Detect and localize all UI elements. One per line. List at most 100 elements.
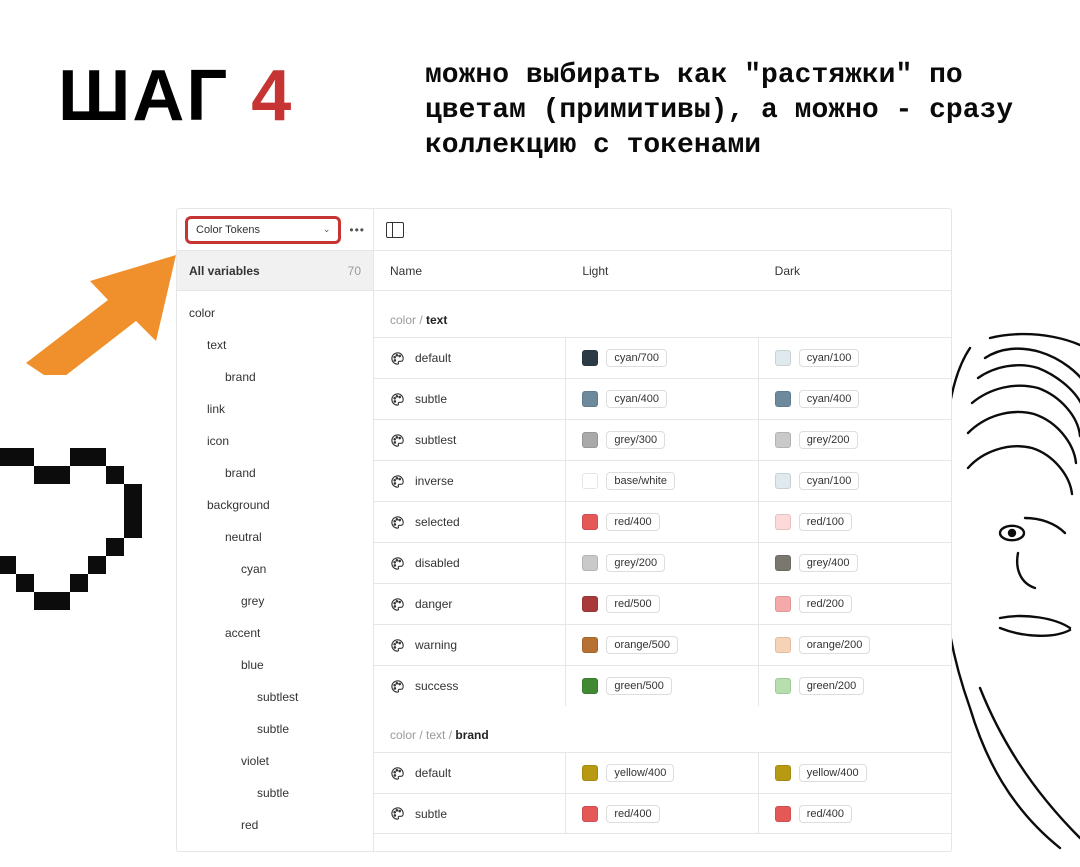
sidebar-tree-item[interactable]: brand xyxy=(177,361,373,393)
color-swatch xyxy=(582,432,598,448)
color-type-icon xyxy=(390,806,405,821)
sidebar-tree-item[interactable]: background xyxy=(177,489,373,521)
color-swatch xyxy=(582,350,598,366)
sidebar-tree-item[interactable]: subtle xyxy=(177,713,373,745)
statue-illustration xyxy=(930,318,1080,863)
color-chip[interactable]: red/400 xyxy=(606,513,659,531)
color-chip[interactable]: cyan/400 xyxy=(606,390,667,408)
sidebar-tree-item[interactable]: subtle xyxy=(177,777,373,809)
color-chip[interactable]: yellow/400 xyxy=(606,764,674,782)
variable-name: subtlest xyxy=(415,433,456,447)
sidebar-tree-item[interactable]: cyan xyxy=(177,553,373,585)
color-swatch xyxy=(775,678,791,694)
more-menu-icon[interactable]: ••• xyxy=(349,223,365,237)
color-chip[interactable]: orange/200 xyxy=(799,636,871,654)
color-swatch xyxy=(582,637,598,653)
color-swatch xyxy=(775,637,791,653)
variable-row[interactable]: dangerred/500red/200 xyxy=(374,583,951,624)
column-header-light: Light xyxy=(566,251,758,290)
color-swatch xyxy=(582,391,598,407)
color-chip[interactable]: red/400 xyxy=(606,805,659,823)
color-swatch xyxy=(775,555,791,571)
sidebar-tree-item[interactable]: color xyxy=(177,297,373,329)
collection-dropdown[interactable]: Color Tokens ⌄ xyxy=(185,216,341,244)
variable-row[interactable]: warningorange/500orange/200 xyxy=(374,624,951,665)
color-swatch xyxy=(582,678,598,694)
variable-row[interactable]: subtlest grey/300 grey/200 xyxy=(374,419,951,460)
panel-sidebar: Color Tokens ⌄ ••• All variables 70 colo… xyxy=(177,209,374,851)
variable-name: success xyxy=(415,679,458,693)
color-chip[interactable]: grey/200 xyxy=(799,431,858,449)
variable-row[interactable]: default cyan/700 cyan/100 xyxy=(374,337,951,378)
color-chip[interactable]: cyan/400 xyxy=(799,390,860,408)
variable-row[interactable]: inverse base/white cyan/100 xyxy=(374,460,951,501)
sidebar-all-variables[interactable]: All variables 70 xyxy=(177,251,373,291)
variable-row[interactable]: subtle cyan/400 cyan/400 xyxy=(374,378,951,419)
color-chip[interactable]: cyan/100 xyxy=(799,472,860,490)
chevron-down-icon: ⌄ xyxy=(323,224,331,235)
color-chip[interactable]: grey/300 xyxy=(606,431,665,449)
color-chip[interactable]: green/200 xyxy=(799,677,865,695)
color-type-icon xyxy=(390,474,405,489)
color-type-icon xyxy=(390,679,405,694)
variable-row[interactable]: default yellow/400 yellow/400 xyxy=(374,752,951,793)
color-chip[interactable]: cyan/700 xyxy=(606,349,667,367)
variable-row[interactable]: selectedred/400red/100 xyxy=(374,501,951,542)
color-chip[interactable]: orange/500 xyxy=(606,636,678,654)
sidebar-tree-item[interactable]: subtlest xyxy=(177,681,373,713)
color-swatch xyxy=(775,514,791,530)
sidebar-tree-item[interactable]: neutral xyxy=(177,521,373,553)
layout-toggle-icon[interactable] xyxy=(386,222,404,238)
step-number: 4 xyxy=(251,56,293,136)
color-swatch xyxy=(775,432,791,448)
page-caption: можно выбирать как "растяжки" по цветам … xyxy=(425,58,1080,163)
page-title: ШАГ 4 xyxy=(58,55,293,137)
variable-row[interactable]: subtle red/400 red/400 xyxy=(374,793,951,834)
sidebar-tree-item[interactable]: accent xyxy=(177,617,373,649)
color-chip[interactable]: cyan/100 xyxy=(799,349,860,367)
sidebar-tree-item[interactable]: red xyxy=(177,809,373,841)
variable-name: subtle xyxy=(415,392,447,406)
color-chip[interactable]: grey/200 xyxy=(606,554,665,572)
variable-name: default xyxy=(415,766,451,780)
all-variables-count: 70 xyxy=(348,264,361,278)
color-type-icon xyxy=(390,556,405,571)
sidebar-tree-item[interactable]: violet xyxy=(177,745,373,777)
color-type-icon xyxy=(390,638,405,653)
color-chip[interactable]: green/500 xyxy=(606,677,672,695)
sidebar-tree-item[interactable]: icon xyxy=(177,425,373,457)
group-path: color / text xyxy=(374,291,951,337)
color-chip[interactable]: yellow/400 xyxy=(799,764,867,782)
variable-name: default xyxy=(415,351,451,365)
sidebar-tree-item[interactable]: link xyxy=(177,393,373,425)
color-type-icon xyxy=(390,597,405,612)
column-header-dark: Dark xyxy=(759,251,951,290)
color-chip[interactable]: red/400 xyxy=(799,805,852,823)
variables-panel: Color Tokens ⌄ ••• All variables 70 colo… xyxy=(176,208,952,852)
column-header-name: Name xyxy=(374,264,566,278)
color-chip[interactable]: grey/400 xyxy=(799,554,858,572)
sidebar-tree-item[interactable]: blue xyxy=(177,649,373,681)
table-header: Name Light Dark xyxy=(374,251,951,291)
color-swatch xyxy=(775,391,791,407)
color-chip[interactable]: red/100 xyxy=(799,513,852,531)
variable-name: inverse xyxy=(415,474,454,488)
panel-main: Name Light Dark color / text default cyan/… xyxy=(374,209,951,851)
color-swatch xyxy=(582,765,598,781)
color-swatch xyxy=(775,473,791,489)
color-type-icon xyxy=(390,392,405,407)
step-word: ШАГ xyxy=(58,56,229,136)
color-swatch xyxy=(775,350,791,366)
color-chip[interactable]: red/500 xyxy=(606,595,659,613)
variable-row[interactable]: success green/500 green/200 xyxy=(374,665,951,706)
variable-name: subtle xyxy=(415,807,447,821)
sidebar-tree-item[interactable]: text xyxy=(177,329,373,361)
color-chip[interactable]: red/200 xyxy=(799,595,852,613)
sidebar-tree-item[interactable]: brand xyxy=(177,457,373,489)
color-type-icon xyxy=(390,515,405,530)
color-chip[interactable]: base/white xyxy=(606,472,675,490)
sidebar-tree-item[interactable]: grey xyxy=(177,585,373,617)
group-path: color / text / brand xyxy=(374,706,951,752)
variable-row[interactable]: disabledgrey/200grey/400 xyxy=(374,542,951,583)
color-swatch xyxy=(582,806,598,822)
